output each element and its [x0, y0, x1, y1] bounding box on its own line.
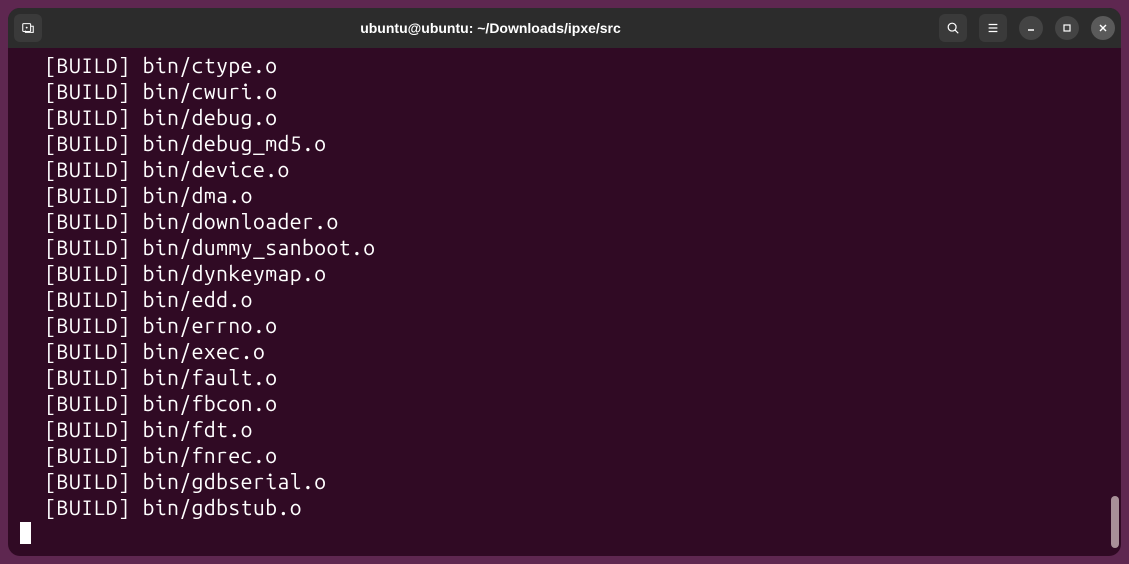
hamburger-icon	[986, 21, 1000, 35]
terminal-output: [BUILD] bin/ctype.o [BUILD] bin/cwuri.o …	[20, 52, 1113, 520]
build-line: [BUILD] bin/device.o	[20, 156, 1113, 182]
build-line: [BUILD] bin/edd.o	[20, 286, 1113, 312]
close-button[interactable]	[1091, 16, 1115, 40]
minimize-icon	[1026, 23, 1036, 33]
build-line: [BUILD] bin/downloader.o	[20, 208, 1113, 234]
build-line: [BUILD] bin/cwuri.o	[20, 78, 1113, 104]
new-tab-icon	[21, 21, 35, 35]
close-icon	[1098, 23, 1108, 33]
terminal-window: ubuntu@ubuntu: ~/Downloads/ipxe/src	[8, 8, 1121, 556]
build-line: [BUILD] bin/fault.o	[20, 364, 1113, 390]
terminal-body[interactable]: [BUILD] bin/ctype.o [BUILD] bin/cwuri.o …	[8, 48, 1121, 556]
build-line: [BUILD] bin/dynkeymap.o	[20, 260, 1113, 286]
build-line: [BUILD] bin/dummy_sanboot.o	[20, 234, 1113, 260]
build-line: [BUILD] bin/ctype.o	[20, 52, 1113, 78]
search-icon	[946, 21, 960, 35]
menu-button[interactable]	[979, 14, 1007, 42]
build-line: [BUILD] bin/dma.o	[20, 182, 1113, 208]
build-line: [BUILD] bin/exec.o	[20, 338, 1113, 364]
build-line: [BUILD] bin/gdbserial.o	[20, 468, 1113, 494]
window-title: ubuntu@ubuntu: ~/Downloads/ipxe/src	[42, 20, 939, 36]
terminal-cursor	[20, 522, 31, 544]
titlebar: ubuntu@ubuntu: ~/Downloads/ipxe/src	[8, 8, 1121, 48]
build-line: [BUILD] bin/fnrec.o	[20, 442, 1113, 468]
build-line: [BUILD] bin/fdt.o	[20, 416, 1113, 442]
new-tab-button[interactable]	[14, 14, 42, 42]
build-line: [BUILD] bin/debug_md5.o	[20, 130, 1113, 156]
build-line: [BUILD] bin/gdbstub.o	[20, 494, 1113, 520]
maximize-button[interactable]	[1055, 16, 1079, 40]
build-line: [BUILD] bin/fbcon.o	[20, 390, 1113, 416]
maximize-icon	[1062, 23, 1072, 33]
minimize-button[interactable]	[1019, 16, 1043, 40]
search-button[interactable]	[939, 14, 967, 42]
build-line: [BUILD] bin/debug.o	[20, 104, 1113, 130]
build-line: [BUILD] bin/errno.o	[20, 312, 1113, 338]
scrollbar-thumb[interactable]	[1111, 496, 1119, 548]
